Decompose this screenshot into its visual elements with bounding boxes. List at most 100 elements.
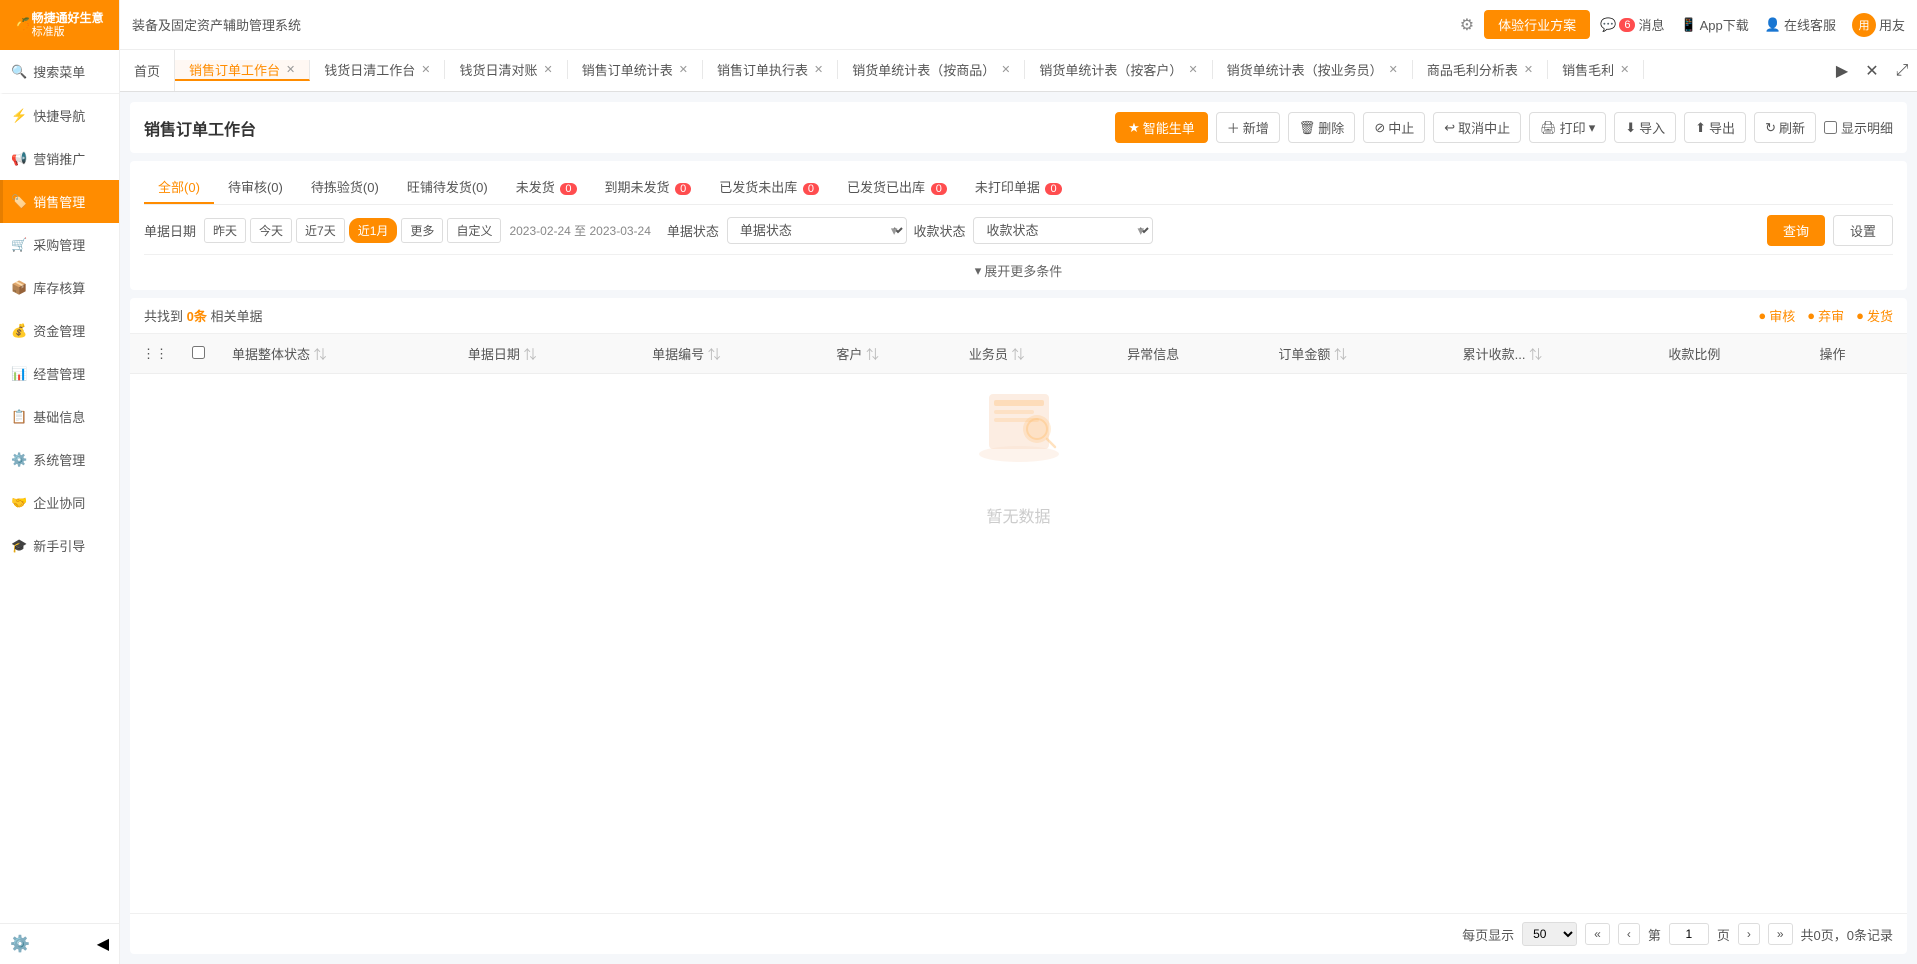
date-btn-1month[interactable]: 近1月 (349, 218, 398, 243)
tab-close-sales-summary-product[interactable]: ✕ (1001, 63, 1010, 76)
sort-icon-customer[interactable]: ⇅ (866, 347, 879, 362)
tab-cash-daily[interactable]: 钱货日清工作台 ✕ (310, 60, 445, 79)
tab-close-sales-summary-customer[interactable]: ✕ (1188, 63, 1197, 76)
sort-icon-date[interactable]: ⇅ (524, 347, 537, 362)
tab-close-sales-more[interactable]: ✕ (1620, 63, 1629, 76)
status-select[interactable]: 单据状态 (727, 217, 907, 244)
tab-close-sales-summary-staff[interactable]: ✕ (1389, 63, 1398, 76)
tab-cash-reconcile[interactable]: 钱货日清对账 ✕ (445, 60, 567, 79)
sidebar-item-finance[interactable]: 💰 资金管理 (0, 309, 119, 352)
sidebar-item-sales[interactable]: 🏷️ 销售管理 (0, 180, 119, 223)
filter-tab-pending-inspect[interactable]: 待拣验货(0) (297, 171, 393, 204)
app-download-btn[interactable]: 📱 App下载 (1680, 15, 1748, 34)
import-btn[interactable]: ⬇ 导入 (1614, 112, 1676, 143)
filter-tab-all[interactable]: 全部(0) (144, 171, 214, 204)
expand-conditions-btn[interactable]: ▾ 展开更多条件 (975, 261, 1063, 280)
empty-illustration (959, 374, 1079, 493)
sort-icon-status[interactable]: ⇅ (314, 347, 327, 362)
empty-state: 暂无数据 (130, 374, 1907, 527)
sort-icon-amount[interactable]: ⇅ (1334, 347, 1347, 362)
filter-tab-shipped-out[interactable]: 已发货已出库 0 (833, 171, 961, 204)
smart-create-btn[interactable]: ★ 智能生单 (1115, 112, 1208, 143)
tab-more-btn[interactable]: ▶ (1827, 61, 1857, 81)
refresh-btn[interactable]: ↻ 刷新 (1754, 112, 1816, 143)
system-icon: ⚙️ (11, 452, 27, 468)
print-btn[interactable]: 🖨 打印 ▾ (1529, 112, 1606, 143)
sidebar-item-quicknav[interactable]: ⚡ 快捷导航 (0, 94, 119, 137)
ship-btn[interactable]: ● 发货 (1856, 306, 1893, 325)
purchase-icon: 🛒 (11, 237, 27, 253)
page-input[interactable] (1669, 923, 1709, 945)
sidebar-item-guide[interactable]: 🎓 新手引导 (0, 524, 119, 567)
stop-btn[interactable]: ⊘ 中止 (1363, 112, 1425, 143)
sidebar-item-coop[interactable]: 🤝 企业协同 (0, 481, 119, 524)
select-all-checkbox[interactable] (192, 346, 205, 359)
tab-close-sales-stats[interactable]: ✕ (679, 63, 688, 76)
main-area: 装备及固定资产辅助管理系统 ⚙ 体验行业方案 💬 6 消息 📱 App下载 👤 … (120, 0, 1917, 964)
last-page-btn[interactable]: » (1768, 923, 1793, 945)
tab-sales-stats[interactable]: 销售订单统计表 ✕ (568, 60, 703, 79)
tab-sales-summary-customer[interactable]: 销货单统计表（按客户） ✕ (1025, 60, 1212, 79)
sidebar-settings-icon[interactable]: ⚙️ (10, 934, 30, 954)
tab-close-cash-daily[interactable]: ✕ (421, 63, 430, 76)
review-btn[interactable]: ● 审核 (1758, 306, 1795, 325)
cancel-review-btn[interactable]: ● 弃审 (1807, 306, 1844, 325)
sort-icon-staff[interactable]: ⇅ (1012, 347, 1025, 362)
tab-close-sales-workbench[interactable]: ✕ (286, 63, 295, 76)
sidebar-item-search[interactable]: 🔍 搜索菜单 (0, 50, 119, 94)
tab-sales-summary-staff[interactable]: 销货单统计表（按业务员） ✕ (1213, 60, 1413, 79)
filter-tab-wangpu[interactable]: 旺铺待发货(0) (393, 171, 502, 204)
cancel-stop-btn[interactable]: ↩ 取消中止 (1433, 112, 1521, 143)
tab-sales-workbench[interactable]: 销售订单工作台 ✕ (175, 60, 310, 81)
date-btn-more[interactable]: 更多 (401, 218, 443, 243)
tab-close-cash-reconcile[interactable]: ✕ (544, 63, 553, 76)
settings-gear-icon[interactable]: ⚙ (1460, 15, 1474, 35)
date-btn-yesterday[interactable]: 昨天 (204, 218, 246, 243)
guide-icon: 🎓 (11, 538, 27, 554)
sidebar-collapse-icon[interactable]: ◀ (97, 934, 109, 954)
payment-select[interactable]: 收款状态 (973, 217, 1153, 244)
filter-tab-not-shipped[interactable]: 未发货 0 (502, 171, 591, 204)
table-scroll[interactable]: ⋮⋮ 单据整体状态 ⇅ 单据日期 ⇅ (130, 334, 1907, 913)
sidebar-item-marketing[interactable]: 📢 营销推广 (0, 137, 119, 180)
sidebar-item-inventory[interactable]: 📦 库存核算 (0, 266, 119, 309)
sidebar-logo: 🍊 畅捷通好生意 标准版 (0, 0, 119, 50)
page-size-select[interactable]: 50 100 200 (1522, 922, 1577, 946)
tab-sales-summary-product[interactable]: 销货单统计表（按商品） ✕ (838, 60, 1025, 79)
tab-maximize-btn[interactable]: ⤢ (1887, 62, 1917, 80)
sidebar-item-basic[interactable]: 📋 基础信息 (0, 395, 119, 438)
tab-close-sales-exec[interactable]: ✕ (814, 63, 823, 76)
date-btn-today[interactable]: 今天 (250, 218, 292, 243)
tab-close-gross-profit[interactable]: ✕ (1524, 63, 1533, 76)
date-btn-custom[interactable]: 自定义 (447, 218, 501, 243)
online-service-btn[interactable]: 👤 在线客服 (1765, 15, 1836, 34)
export-btn[interactable]: ⬆ 导出 (1684, 112, 1746, 143)
tab-sales-more[interactable]: 销售毛利 ✕ (1548, 60, 1644, 79)
tab-sales-exec[interactable]: 销售订单执行表 ✕ (703, 60, 838, 79)
tab-home[interactable]: 首页 (120, 50, 175, 91)
delete-btn[interactable]: 🗑 删除 (1288, 112, 1356, 143)
next-page-btn[interactable]: › (1738, 923, 1760, 945)
message-btn[interactable]: 💬 6 消息 (1600, 15, 1664, 34)
filter-tab-pending-review[interactable]: 待审核(0) (214, 171, 297, 204)
show-detail-checkbox[interactable] (1824, 121, 1837, 134)
filter-tab-not-printed[interactable]: 未打印单据 0 (961, 171, 1076, 204)
first-page-btn[interactable]: « (1585, 923, 1610, 945)
query-btn[interactable]: 查询 (1767, 215, 1825, 246)
prev-page-btn[interactable]: ‹ (1618, 923, 1640, 945)
filter-tab-shipped-not-out[interactable]: 已发货未出库 0 (705, 171, 833, 204)
user-btn[interactable]: 用 用友 (1852, 13, 1905, 37)
tab-close-all-btn[interactable]: ✕ (1857, 61, 1887, 81)
filter-tab-overdue[interactable]: 到期未发货 0 (591, 171, 706, 204)
sort-icon-collected[interactable]: ⇅ (1529, 347, 1542, 362)
filter-settings-btn[interactable]: 设置 (1833, 215, 1893, 246)
sort-icon-number[interactable]: ⇅ (708, 347, 721, 362)
tab-gross-profit[interactable]: 商品毛利分析表 ✕ (1413, 60, 1548, 79)
add-btn[interactable]: ＋ 新增 (1216, 112, 1280, 143)
sidebar-item-system[interactable]: ⚙️ 系统管理 (0, 438, 119, 481)
trial-btn[interactable]: 体验行业方案 (1484, 10, 1590, 39)
show-detail-label[interactable]: 显示明细 (1824, 118, 1893, 137)
sidebar-item-operation[interactable]: 📊 经营管理 (0, 352, 119, 395)
sidebar-item-purchase[interactable]: 🛒 采购管理 (0, 223, 119, 266)
date-btn-7days[interactable]: 近7天 (296, 218, 345, 243)
